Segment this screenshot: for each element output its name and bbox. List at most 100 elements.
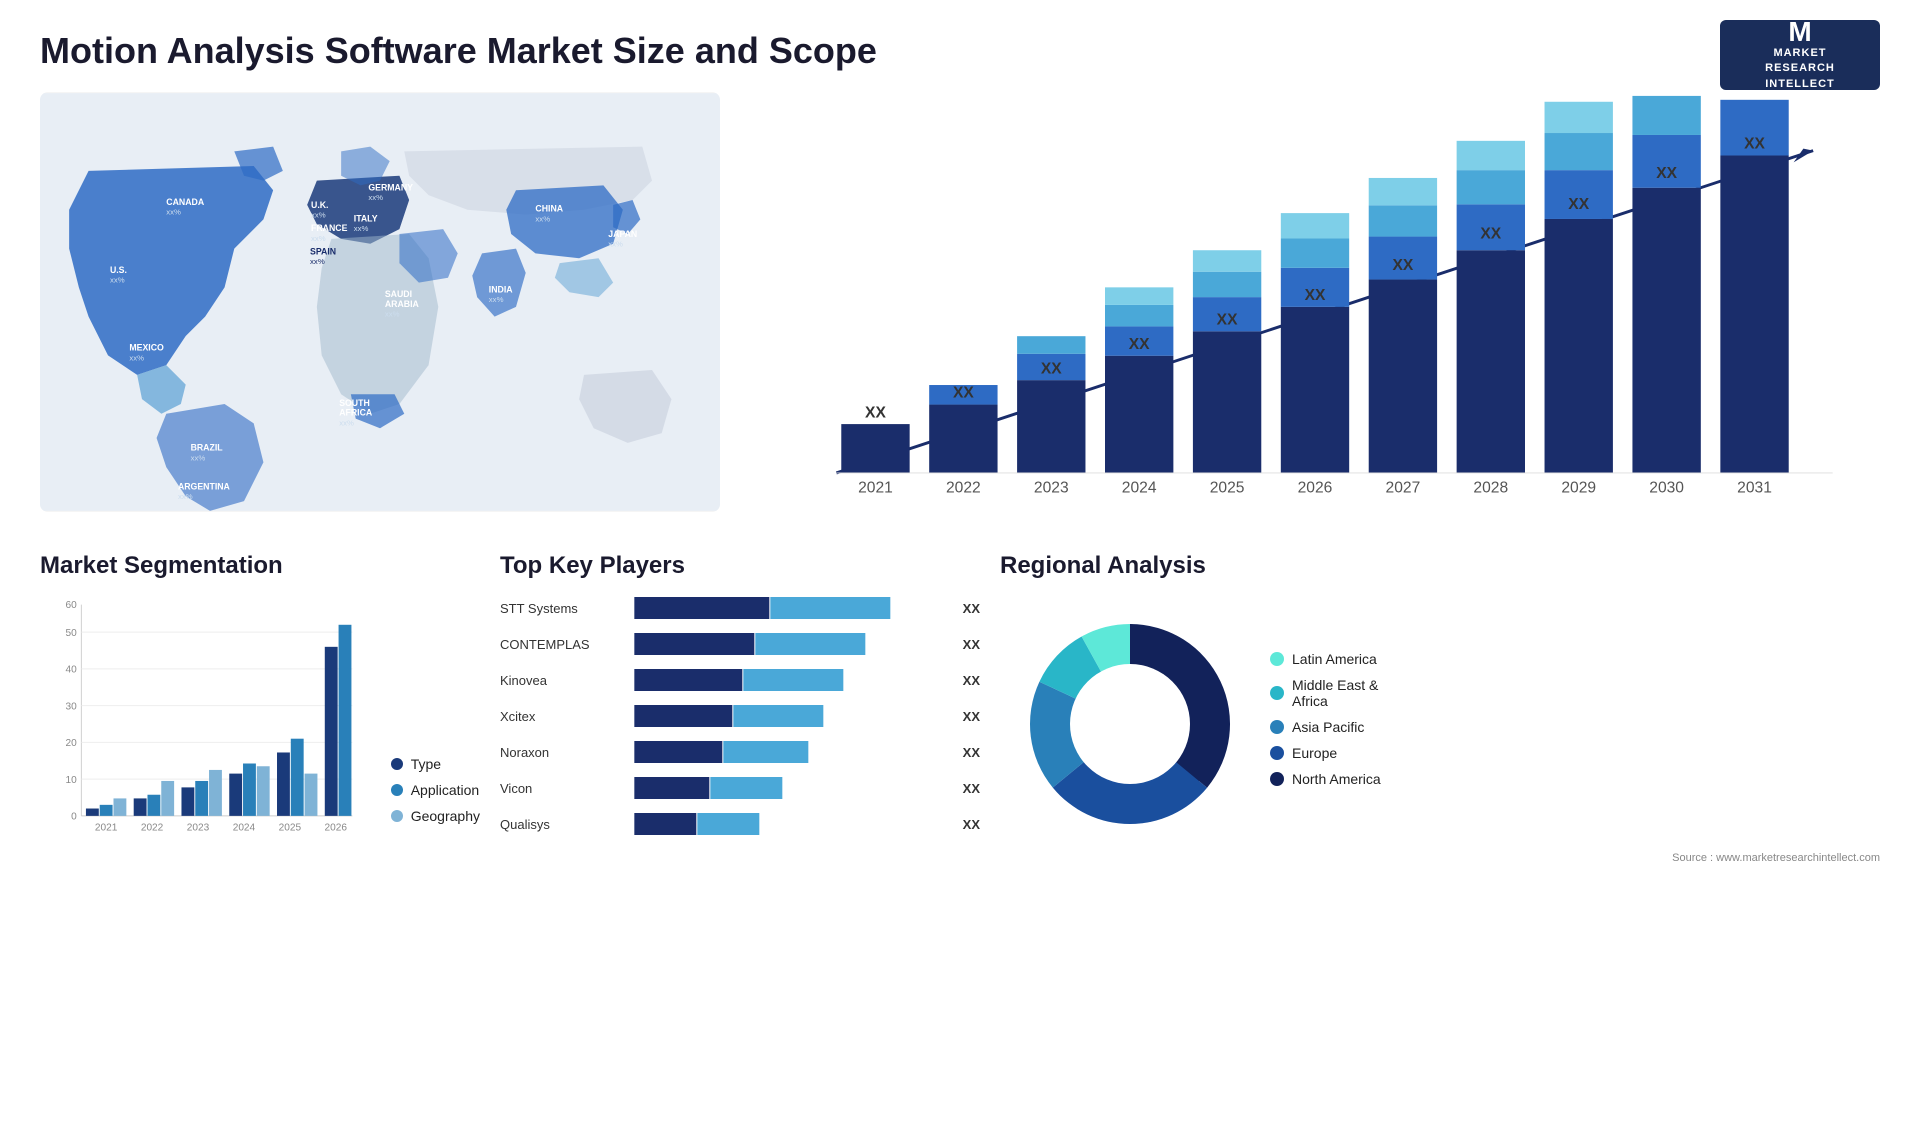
players-list: STT Systems XX CONTEMPLAS [500, 594, 980, 838]
svg-text:SPAIN: SPAIN [310, 246, 336, 256]
legend-middle-east: Middle East &Africa [1270, 677, 1381, 709]
seg-chart-container: 0 10 20 30 40 50 60 [40, 594, 480, 854]
legend-north-america: North America [1270, 771, 1381, 787]
svg-text:GERMANY: GERMANY [368, 182, 413, 192]
svg-text:2025: 2025 [279, 823, 302, 834]
player-name-xcitex: Xcitex [500, 709, 610, 724]
svg-text:2026: 2026 [325, 823, 348, 834]
player-value-noraxon: XX [963, 745, 980, 760]
svg-text:ITALY: ITALY [354, 213, 378, 223]
svg-text:2021: 2021 [95, 823, 118, 834]
svg-text:2022: 2022 [946, 479, 981, 496]
player-value-stt: XX [963, 601, 980, 616]
map-svg: CANADA xx% U.S. xx% MEXICO xx% BRAZIL xx… [40, 92, 720, 512]
top-section: CANADA xx% U.S. xx% MEXICO xx% BRAZIL xx… [40, 92, 1880, 512]
svg-text:FRANCE: FRANCE [311, 223, 348, 233]
svg-text:XX: XX [1041, 360, 1062, 377]
logo-text: MARKETRESEARCHINTELLECT [1765, 46, 1835, 92]
svg-text:XX: XX [865, 404, 886, 421]
player-row-noraxon: Noraxon XX [500, 738, 980, 766]
svg-text:2031: 2031 [1737, 479, 1772, 496]
svg-text:CHINA: CHINA [535, 204, 563, 214]
player-row-qualisys: Qualisys XX [500, 810, 980, 838]
svg-text:XX: XX [1568, 196, 1589, 213]
player-name-stt: STT Systems [500, 601, 610, 616]
player-value-contemplas: XX [963, 637, 980, 652]
regional-legend: Latin America Middle East &Africa Asia P… [1270, 651, 1381, 787]
svg-text:xx%: xx% [191, 453, 206, 462]
legend-geography: Geography [391, 808, 480, 824]
legend-asia-pacific: Asia Pacific [1270, 719, 1381, 735]
svg-text:2025: 2025 [1210, 479, 1245, 496]
legend-type: Type [391, 756, 480, 772]
donut-chart [1000, 594, 1250, 844]
svg-text:20: 20 [66, 738, 78, 749]
svg-text:CANADA: CANADA [166, 197, 205, 207]
svg-text:2023: 2023 [1034, 479, 1069, 496]
player-name-kinovea: Kinovea [500, 673, 610, 688]
svg-text:xx%: xx% [129, 353, 144, 362]
svg-text:2027: 2027 [1386, 479, 1421, 496]
svg-text:0: 0 [71, 812, 77, 823]
svg-text:2024: 2024 [1122, 479, 1157, 496]
svg-text:ARGENTINA: ARGENTINA [178, 481, 231, 491]
svg-text:2028: 2028 [1473, 479, 1508, 496]
svg-text:XX: XX [1129, 336, 1150, 353]
svg-text:XX: XX [1744, 136, 1765, 153]
player-bar-stt [618, 594, 951, 622]
legend-label-na: North America [1292, 771, 1381, 787]
legend-label-type: Type [411, 756, 441, 772]
svg-text:xx%: xx% [110, 276, 125, 285]
svg-text:2022: 2022 [141, 823, 164, 834]
player-row-kinovea: Kinovea XX [500, 666, 980, 694]
svg-text:XX: XX [1656, 165, 1677, 182]
legend-dot-type [391, 758, 403, 770]
legend-latin-america: Latin America [1270, 651, 1381, 667]
svg-text:50: 50 [66, 628, 78, 639]
svg-text:xx%: xx% [311, 210, 326, 219]
player-bar-qualisys [618, 810, 951, 838]
legend-dot-geography [391, 810, 403, 822]
svg-text:2029: 2029 [1561, 479, 1596, 496]
regional-panel: Regional Analysis [1000, 552, 1880, 864]
svg-text:xx%: xx% [385, 310, 400, 319]
legend-application: Application [391, 782, 480, 798]
player-bar-xcitex [618, 702, 951, 730]
page-title: Motion Analysis Software Market Size and… [40, 30, 1880, 72]
svg-text:xx%: xx% [489, 295, 504, 304]
player-row-vicon: Vicon XX [500, 774, 980, 802]
svg-text:2021: 2021 [858, 479, 893, 496]
legend-dot-latin [1270, 652, 1284, 666]
players-title: Top Key Players [500, 552, 980, 580]
seg-chart-svg: 0 10 20 30 40 50 60 [40, 594, 371, 854]
player-bar-vicon [618, 774, 951, 802]
player-name-vicon: Vicon [500, 781, 610, 796]
legend-label-apac: Asia Pacific [1292, 719, 1364, 735]
svg-text:BRAZIL: BRAZIL [191, 443, 224, 453]
svg-text:JAPAN: JAPAN [608, 229, 637, 239]
player-name-noraxon: Noraxon [500, 745, 610, 760]
bottom-section: Market Segmentation 0 10 20 30 40 50 60 [40, 552, 1880, 864]
svg-text:2030: 2030 [1649, 479, 1684, 496]
bar-chart-svg: XX XX XX XX XX XX XX XX XX XX XX 2021 20… [750, 92, 1880, 512]
svg-text:60: 60 [66, 600, 78, 611]
svg-text:ARABIA: ARABIA [385, 299, 420, 309]
svg-text:xx%: xx% [535, 214, 550, 223]
player-bar-contemplas [618, 630, 951, 658]
svg-text:INDIA: INDIA [489, 284, 513, 294]
player-row-stt: STT Systems XX [500, 594, 980, 622]
svg-text:10: 10 [66, 775, 78, 786]
svg-text:U.S.: U.S. [110, 265, 127, 275]
world-map: CANADA xx% U.S. xx% MEXICO xx% BRAZIL xx… [40, 92, 720, 512]
players-panel: Top Key Players STT Systems XX CONTEMPLA… [500, 552, 980, 864]
legend-label-application: Application [411, 782, 480, 798]
svg-text:xx%: xx% [354, 224, 369, 233]
logo-letter: M [1788, 18, 1811, 46]
svg-text:xx%: xx% [368, 193, 383, 202]
svg-text:xx%: xx% [310, 257, 325, 266]
svg-text:SAUDI: SAUDI [385, 289, 412, 299]
svg-text:AFRICA: AFRICA [339, 408, 373, 418]
legend-label-mea: Middle East &Africa [1292, 677, 1378, 709]
player-name-contemplas: CONTEMPLAS [500, 637, 610, 652]
svg-text:30: 30 [66, 701, 78, 712]
